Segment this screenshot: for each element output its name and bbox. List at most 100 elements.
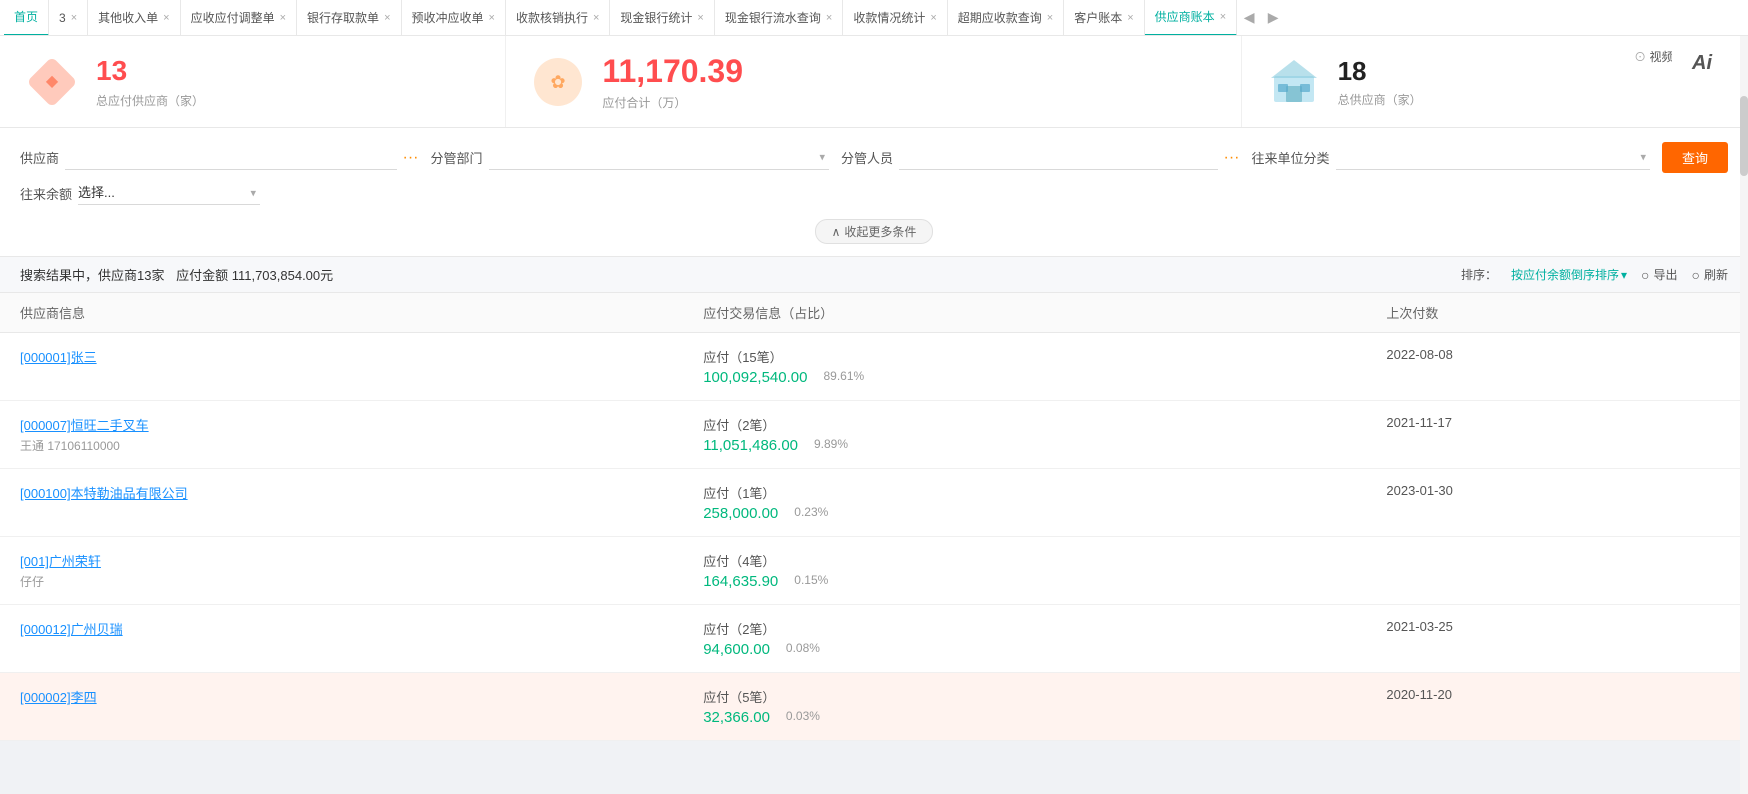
refresh-button[interactable]: ○ 刷新 xyxy=(1692,266,1728,283)
nav-tab-supplier-ledger[interactable]: 供应商账本 × xyxy=(1145,0,1237,36)
close-icon[interactable]: × xyxy=(1220,11,1226,23)
close-icon[interactable]: × xyxy=(163,12,169,24)
supplier-input[interactable] xyxy=(65,146,397,170)
results-prefix: 搜索结果中，供应商13家 xyxy=(20,268,164,283)
trans-percent-0: 89.61% xyxy=(823,369,864,383)
table-row: [000001]张三 应付（15笔） 100,092,540.00 89.61%… xyxy=(0,333,1748,401)
filter-dept: 分管部门 ▾ xyxy=(431,146,830,170)
stat-card-suppliers: ◆ 13 总应付供应商（家） xyxy=(0,36,506,127)
category-dropdown[interactable]: ▾ xyxy=(1336,146,1650,170)
video-link[interactable]: ⊙ 视频 xyxy=(1634,48,1673,65)
stat-card-payable: ✿ 11,170.39 应付合计（万） xyxy=(506,36,1241,127)
filter-category: 往来单位分类 ▾ xyxy=(1252,146,1651,170)
nav-tab-bank-deposit[interactable]: 银行存取款单 × xyxy=(297,0,401,36)
close-icon[interactable]: × xyxy=(71,12,77,24)
sort-value[interactable]: 按应付余额倒序排序 ▾ xyxy=(1511,266,1627,283)
trans-amount-5[interactable]: 32,366.00 xyxy=(703,709,770,726)
supplier-link-5[interactable]: [000002]李四 xyxy=(20,690,97,705)
last-pay-cell-4: 2021-03-25 xyxy=(1386,619,1728,634)
scrollbar-thumb[interactable] xyxy=(1740,96,1748,176)
filter-person: 分管人员 ··· xyxy=(841,146,1240,170)
supplier-link-4[interactable]: [000012]广州贝瑞 xyxy=(20,622,123,637)
nav-tab-prepay-ar[interactable]: 预收冲应收单 × xyxy=(402,0,506,36)
refresh-label: 刷新 xyxy=(1704,266,1728,283)
nav-tab-receipt-verify[interactable]: 收款核销执行 × xyxy=(506,0,610,36)
dept-select[interactable] xyxy=(489,146,829,169)
close-icon[interactable]: × xyxy=(384,12,390,24)
trans-label-2: 应付（1笔） xyxy=(703,483,1386,502)
supplier-link-0[interactable]: [000001]张三 xyxy=(20,350,97,365)
stat-label-payable: 应付合计（万） xyxy=(602,94,743,111)
table-row: [000007]恒旺二手叉车 王通 17106110000 应付（2笔） 11,… xyxy=(0,401,1748,469)
nav-tab-customer-ledger[interactable]: 客户账本 × xyxy=(1064,0,1144,36)
nav-tab-cash-bank-stat-label: 现金银行统计 xyxy=(620,9,692,26)
col-header-supplier: 供应商信息 xyxy=(20,303,703,322)
trans-cell-3: 应付（4笔） 164,635.90 0.15% xyxy=(703,551,1386,590)
trans-amount-3[interactable]: 164,635.90 xyxy=(703,573,778,590)
supplier-sub-1: 王通 17106110000 xyxy=(20,437,703,454)
export-button[interactable]: ○ 导出 xyxy=(1641,266,1677,283)
refresh-icon: ○ xyxy=(1692,267,1700,283)
shop-icon xyxy=(1266,54,1322,110)
dept-dropdown[interactable]: ▾ xyxy=(489,146,829,170)
trans-row-0: 100,092,540.00 89.61% xyxy=(703,366,1386,386)
close-icon[interactable]: × xyxy=(489,12,495,24)
svg-text:✿: ✿ xyxy=(551,72,566,92)
filter-row-2: 往来余额 选择... ▾ xyxy=(20,181,1728,205)
nav-right-arrow[interactable]: ▶ xyxy=(1261,0,1285,36)
collapse-label: 收起更多条件 xyxy=(844,223,916,240)
supplier-sub-3: 仔仔 xyxy=(20,573,703,590)
supplier-link-2[interactable]: [000100]本特勒油品有限公司 xyxy=(20,486,188,501)
nav-tab-other-income[interactable]: 其他收入单 × xyxy=(88,0,180,36)
header-actions: ⊙ 视频 | ⊙ 帮助 Ai xyxy=(1634,48,1732,65)
supplier-link-3[interactable]: [001]广州荣轩 xyxy=(20,554,101,569)
ai-button[interactable]: Ai xyxy=(1672,48,1732,78)
supplier-cell-1: [000007]恒旺二手叉车 王通 17106110000 xyxy=(20,415,703,454)
supplier-dots-icon[interactable]: ··· xyxy=(403,149,419,167)
nav-tab-ar-ap-adjust[interactable]: 应收应付调整单 × xyxy=(181,0,297,36)
nav-tab-home[interactable]: 首页 xyxy=(4,0,49,36)
close-icon[interactable]: × xyxy=(1047,12,1053,24)
trans-amount-4[interactable]: 94,600.00 xyxy=(703,641,770,658)
nav-tab-overdue-ar[interactable]: 超期应收款查询 × xyxy=(948,0,1064,36)
table-header: 供应商信息 应付交易信息（占比） 上次付数 xyxy=(0,293,1748,333)
close-icon[interactable]: × xyxy=(930,12,936,24)
close-icon[interactable]: × xyxy=(826,12,832,24)
person-input[interactable] xyxy=(899,146,1218,170)
close-icon[interactable]: × xyxy=(697,12,703,24)
trans-amount-1[interactable]: 11,051,486.00 xyxy=(703,437,798,454)
nav-tab-prepay-ar-label: 预收冲应收单 xyxy=(412,9,484,26)
stat-info-payable: 11,170.39 应付合计（万） xyxy=(602,52,743,111)
nav-tab-3[interactable]: 3 × xyxy=(49,0,88,36)
right-scrollbar[interactable] xyxy=(1740,36,1748,794)
person-dots-icon[interactable]: ··· xyxy=(1224,149,1240,167)
close-icon[interactable]: × xyxy=(593,12,599,24)
trans-cell-1: 应付（2笔） 11,051,486.00 9.89% xyxy=(703,415,1386,454)
balance-select[interactable]: 选择... xyxy=(78,181,260,204)
supplier-link-1[interactable]: [000007]恒旺二手叉车 xyxy=(20,418,149,433)
trans-cell-0: 应付（15笔） 100,092,540.00 89.61% xyxy=(703,347,1386,386)
nav-tab-cash-bank-flow[interactable]: 现金银行流水查询 × xyxy=(715,0,843,36)
nav-tab-cash-bank-stat[interactable]: 现金银行统计 × xyxy=(610,0,714,36)
results-text: 搜索结果中，供应商13家 应付金额 111,703,854.00元 xyxy=(20,265,333,284)
nav-tab-supplier-ledger-label: 供应商账本 xyxy=(1155,8,1215,25)
category-select[interactable] xyxy=(1336,146,1650,169)
query-button[interactable]: 查询 xyxy=(1662,142,1728,173)
trans-label-0: 应付（15笔） xyxy=(703,347,1386,366)
nav-tab-receipt-stat[interactable]: 收款情况统计 × xyxy=(843,0,947,36)
stat-label-total-suppliers: 总供应商（家） xyxy=(1338,91,1422,108)
collapse-button[interactable]: ∧ 收起更多条件 xyxy=(815,219,934,244)
trans-amount-0[interactable]: 100,092,540.00 xyxy=(703,369,807,386)
supplier-cell-3: [001]广州荣轩 仔仔 xyxy=(20,551,703,590)
stat-number-total-suppliers: 18 xyxy=(1338,56,1422,87)
trans-row-4: 94,600.00 0.08% xyxy=(703,638,1386,658)
trans-row-3: 164,635.90 0.15% xyxy=(703,570,1386,590)
trans-amount-2[interactable]: 258,000.00 xyxy=(703,505,778,522)
last-pay-2: 2023-01-30 xyxy=(1386,483,1453,498)
trans-cell-4: 应付（2笔） 94,600.00 0.08% xyxy=(703,619,1386,658)
close-icon[interactable]: × xyxy=(1127,12,1133,24)
close-icon[interactable]: × xyxy=(280,12,286,24)
nav-left-arrow[interactable]: ◀ xyxy=(1237,0,1261,36)
person-filter-label: 分管人员 xyxy=(841,148,893,167)
balance-dropdown[interactable]: 选择... ▾ xyxy=(78,181,260,205)
